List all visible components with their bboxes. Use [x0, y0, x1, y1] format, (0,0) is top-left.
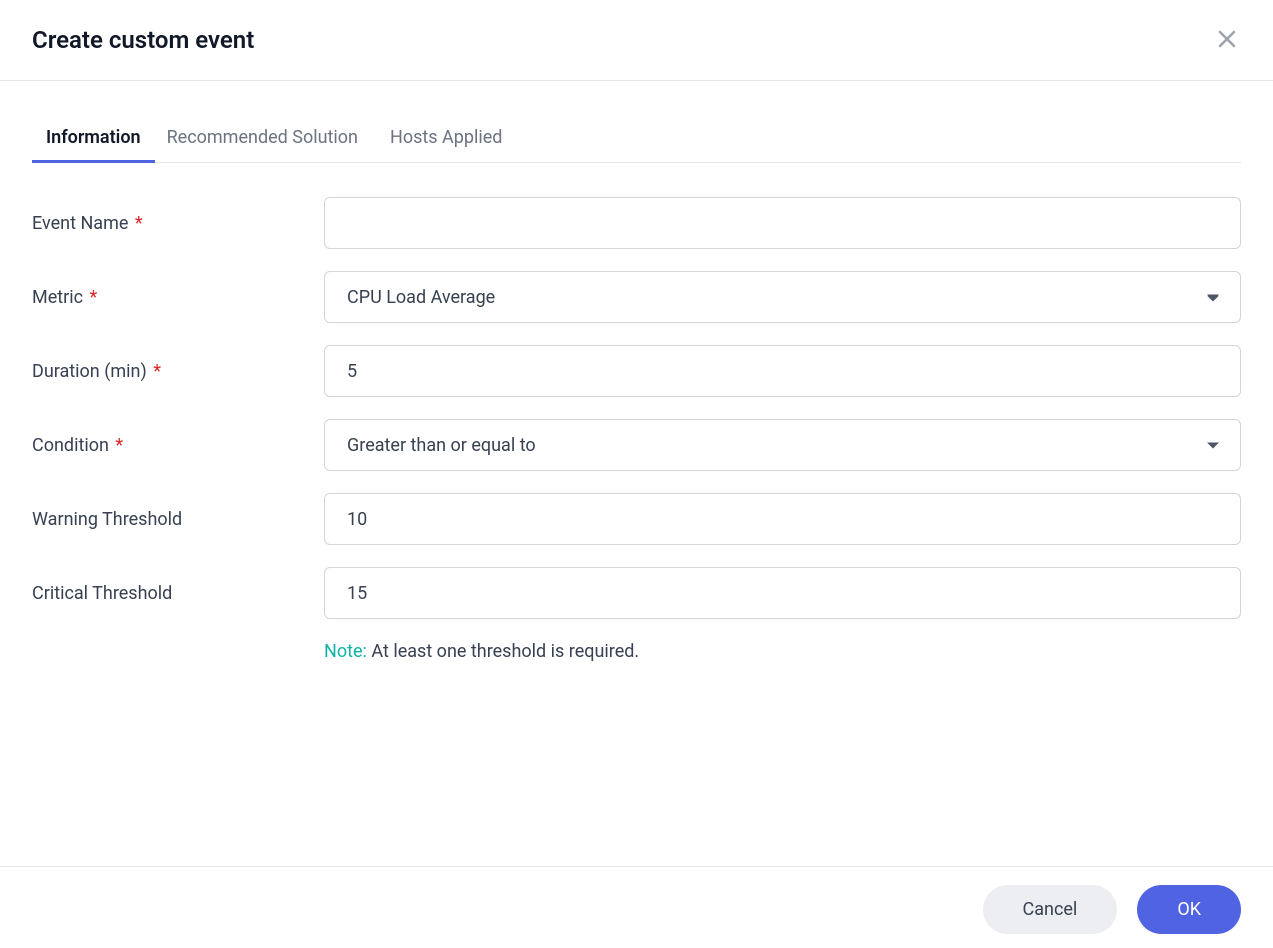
duration-label: Duration (min) *	[32, 361, 324, 382]
condition-label: Condition *	[32, 435, 324, 456]
required-marker: *	[153, 361, 161, 382]
critical-threshold-label: Critical Threshold	[32, 583, 324, 604]
note-label: Note:	[324, 641, 367, 662]
event-name-input[interactable]	[324, 197, 1241, 249]
close-icon[interactable]	[1213, 22, 1241, 58]
dialog-title: Create custom event	[32, 26, 254, 54]
note-text: At least one threshold is required.	[371, 641, 639, 662]
required-marker: *	[115, 435, 123, 456]
tab-recommended-solution[interactable]: Recommended Solution	[155, 113, 378, 162]
tab-information[interactable]: Information	[32, 113, 155, 162]
warning-threshold-label: Warning Threshold	[32, 509, 324, 530]
condition-select-value: Greater than or equal to	[324, 419, 1241, 471]
form: Event Name * Metric * CPU Load Average	[32, 197, 1241, 662]
required-marker: *	[90, 287, 98, 308]
tab-hosts-applied[interactable]: Hosts Applied	[378, 113, 522, 162]
metric-select-value: CPU Load Average	[324, 271, 1241, 323]
critical-threshold-input[interactable]	[324, 567, 1241, 619]
cancel-button[interactable]: Cancel	[983, 885, 1118, 934]
metric-select[interactable]: CPU Load Average	[324, 271, 1241, 323]
warning-threshold-input[interactable]	[324, 493, 1241, 545]
duration-input[interactable]	[324, 345, 1241, 397]
tabs: Information Recommended Solution Hosts A…	[32, 113, 1241, 163]
metric-label: Metric *	[32, 287, 324, 308]
dialog-footer: Cancel OK	[0, 866, 1273, 948]
threshold-note: Note: At least one threshold is required…	[324, 641, 1241, 662]
ok-button[interactable]: OK	[1137, 885, 1241, 934]
condition-select[interactable]: Greater than or equal to	[324, 419, 1241, 471]
required-marker: *	[135, 213, 143, 234]
event-name-label: Event Name *	[32, 213, 324, 234]
